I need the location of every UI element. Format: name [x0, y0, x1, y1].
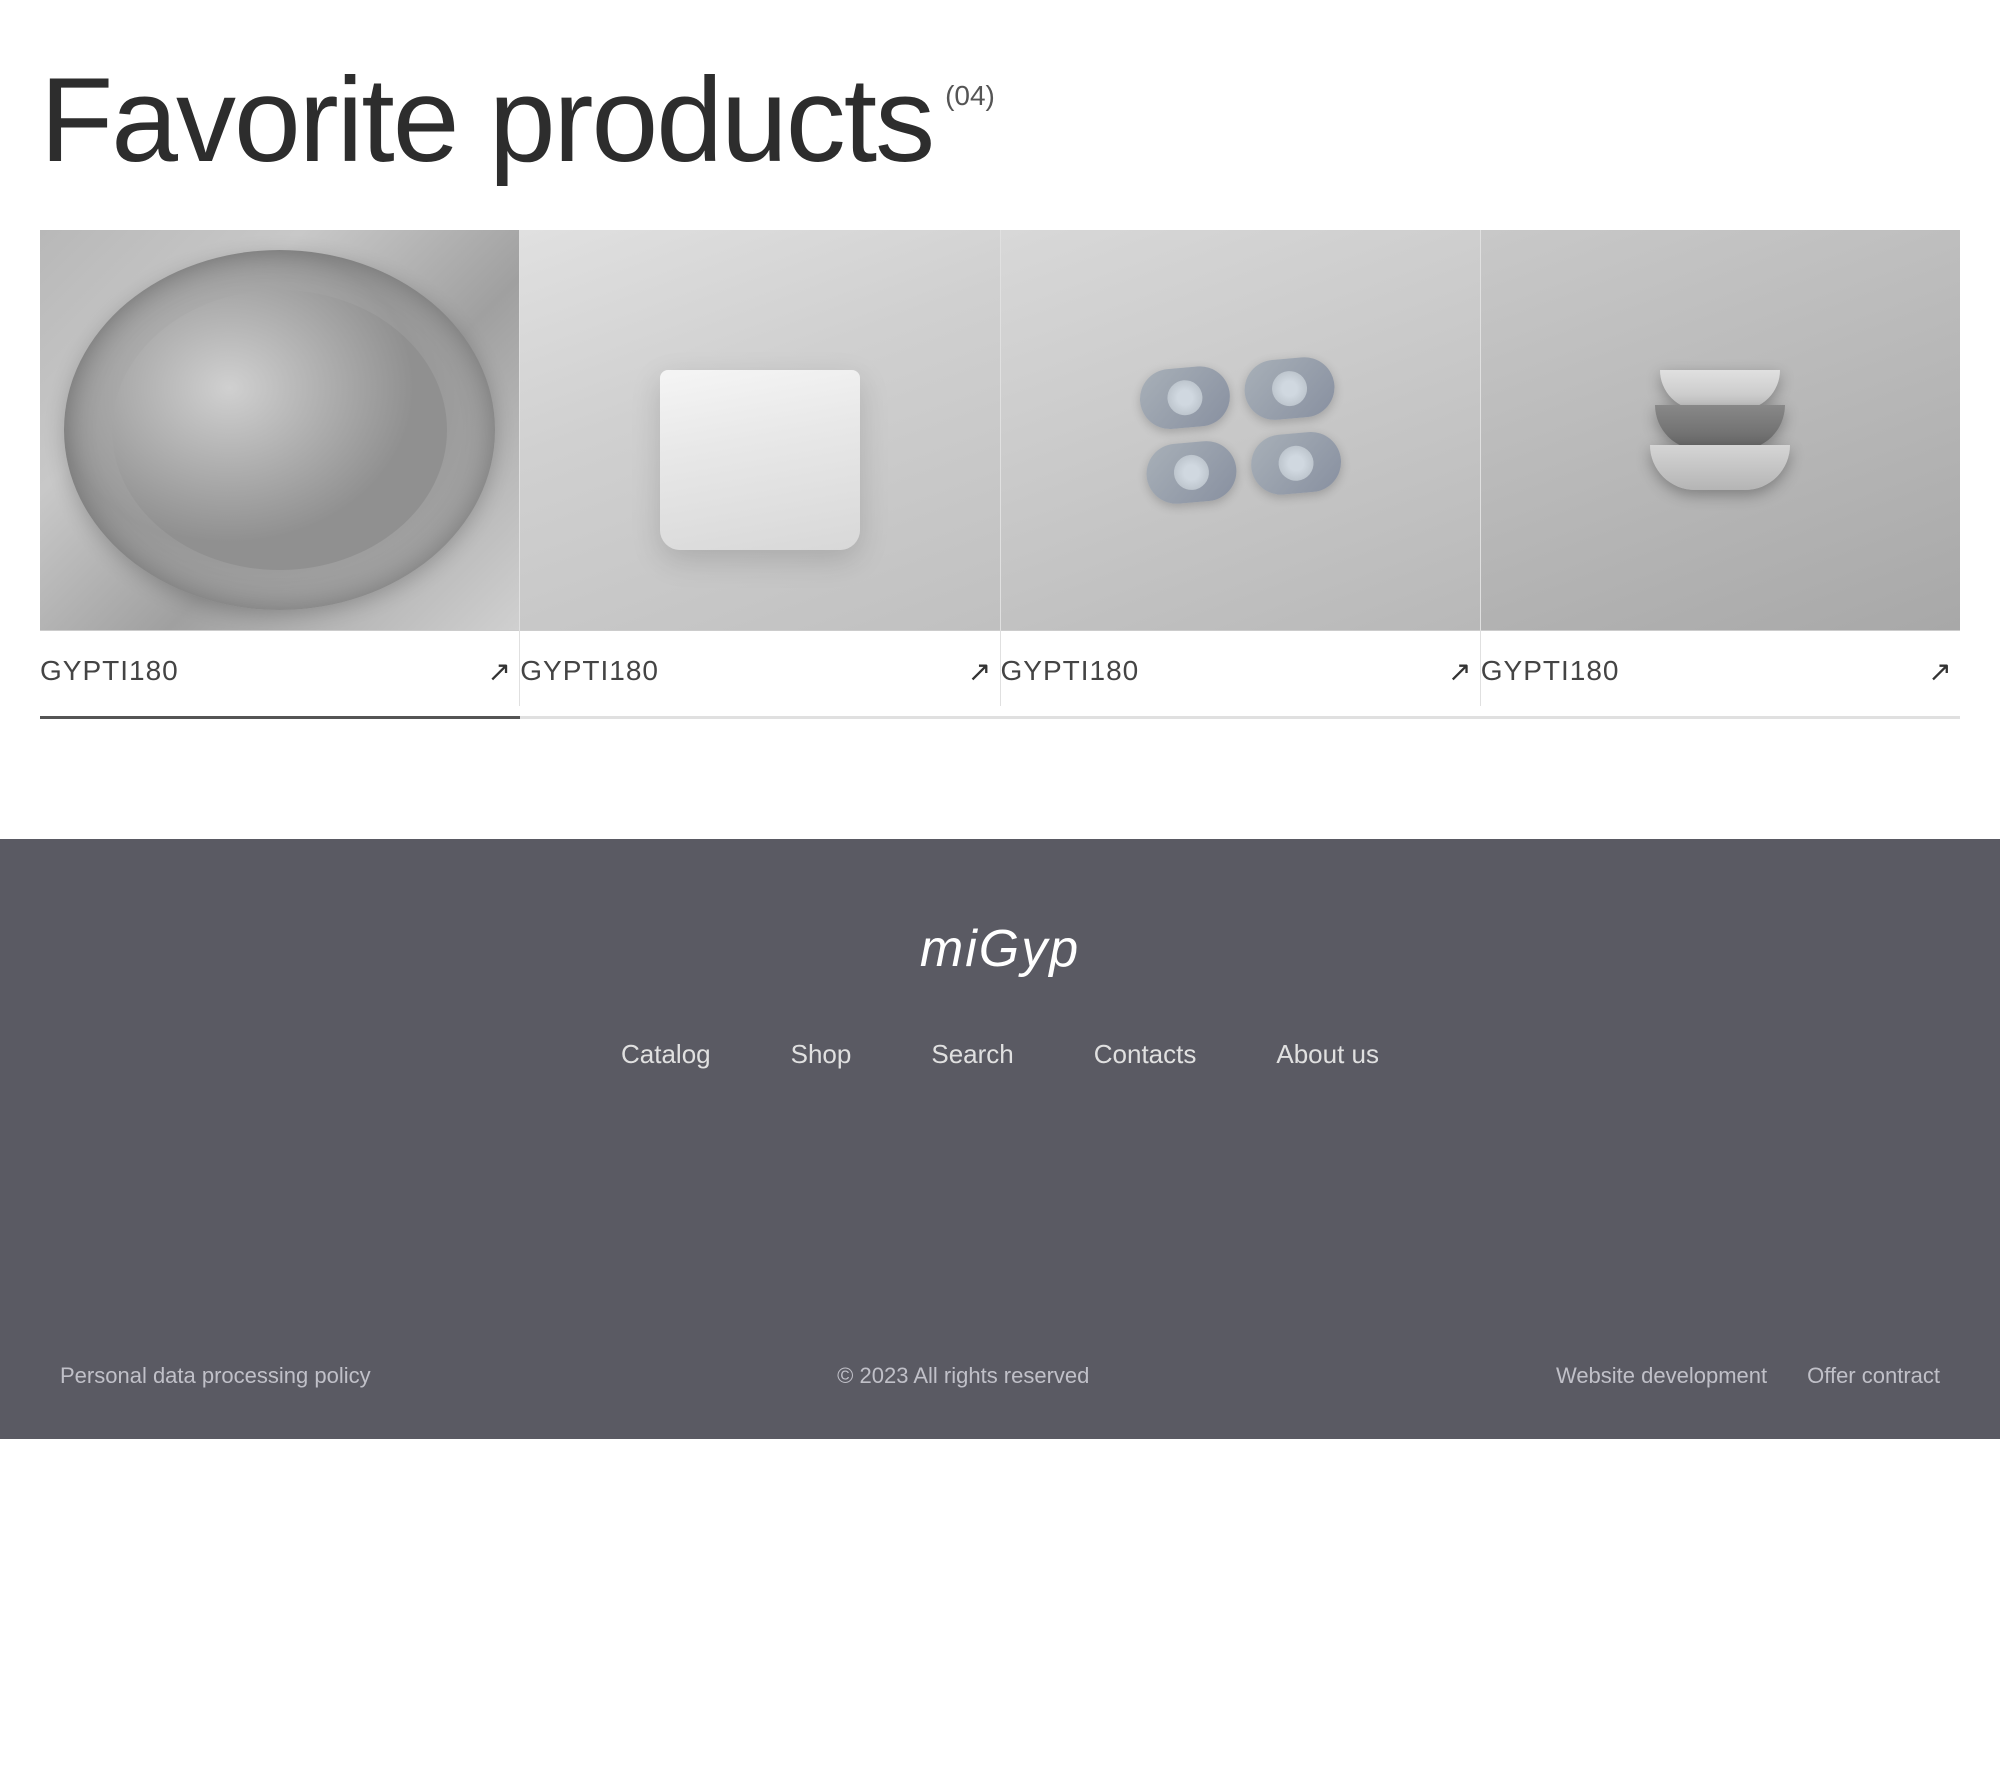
product-link-icon-3[interactable]: ↗: [1440, 651, 1480, 691]
scroll-indicator: [40, 716, 1960, 719]
footer-website-development[interactable]: Website development: [1556, 1363, 1767, 1389]
bowl-3: [1650, 445, 1790, 490]
product-card-3[interactable]: GYPTI180 ↗: [1001, 230, 1481, 706]
product-card-4[interactable]: GYPTI180 ↗: [1481, 230, 1960, 706]
footer: miGyp Catalog Shop Search Contacts About…: [0, 839, 2000, 1439]
product-image-4: [1481, 230, 1960, 630]
holder-row-2: [1144, 429, 1343, 506]
footer-nav-shop[interactable]: Shop: [791, 1039, 852, 1070]
product-link-icon-1[interactable]: ↗: [479, 651, 519, 691]
product-name-4: GYPTI180: [1481, 655, 1620, 687]
footer-logo: miGyp: [920, 919, 1080, 979]
holder-2: [1242, 354, 1337, 422]
footer-copyright: © 2023 All rights reserved: [837, 1363, 1089, 1389]
product-info-1: GYPTI180 ↗: [40, 630, 519, 706]
product-name-2: GYPTI180: [520, 655, 659, 687]
product-card-2[interactable]: GYPTI180 ↗: [520, 230, 1000, 706]
holder-row-1: [1137, 354, 1336, 431]
pot-shape: [660, 370, 860, 550]
product-info-3: GYPTI180 ↗: [1001, 630, 1480, 706]
products-grid: GYPTI180 ↗ GYPTI180 ↗: [40, 230, 1960, 706]
product-link-icon-4[interactable]: ↗: [1920, 651, 1960, 691]
holders-group: [1137, 354, 1343, 505]
footer-links-right: Website development Offer contract: [1556, 1363, 1940, 1389]
holder-4: [1248, 429, 1343, 497]
bowl-2: [1655, 405, 1785, 450]
product-name-1: GYPTI180: [40, 655, 179, 687]
product-image-3: [1001, 230, 1480, 630]
footer-nav: Catalog Shop Search Contacts About us: [621, 1039, 1379, 1070]
bowl-1: [1660, 370, 1780, 410]
bowls-stack: [1650, 370, 1790, 490]
footer-nav-search[interactable]: Search: [931, 1039, 1013, 1070]
footer-nav-about-us[interactable]: About us: [1276, 1039, 1379, 1070]
footer-bottom: Personal data processing policy © 2023 A…: [0, 1363, 2000, 1389]
product-image-1: [40, 230, 519, 630]
footer-nav-contacts[interactable]: Contacts: [1094, 1039, 1197, 1070]
product-card-1[interactable]: GYPTI180 ↗: [40, 230, 520, 706]
product-link-icon-2[interactable]: ↗: [960, 651, 1000, 691]
holder-3: [1144, 438, 1239, 506]
scroll-bar: [40, 716, 520, 719]
product-info-4: GYPTI180 ↗: [1481, 630, 1960, 706]
footer-nav-catalog[interactable]: Catalog: [621, 1039, 711, 1070]
holder-1: [1137, 363, 1232, 431]
product-name-3: GYPTI180: [1001, 655, 1140, 687]
product-info-2: GYPTI180 ↗: [520, 630, 999, 706]
product-image-2: [520, 230, 999, 630]
section-count: (04): [945, 80, 995, 112]
main-content: Favorite products (04) GYPTI180 ↗ GYPTI1…: [0, 0, 2000, 719]
footer-legal[interactable]: Personal data processing policy: [60, 1363, 371, 1389]
section-header: Favorite products (04): [40, 60, 1960, 180]
section-title: Favorite products: [40, 60, 933, 180]
footer-offer-contract[interactable]: Offer contract: [1807, 1363, 1940, 1389]
